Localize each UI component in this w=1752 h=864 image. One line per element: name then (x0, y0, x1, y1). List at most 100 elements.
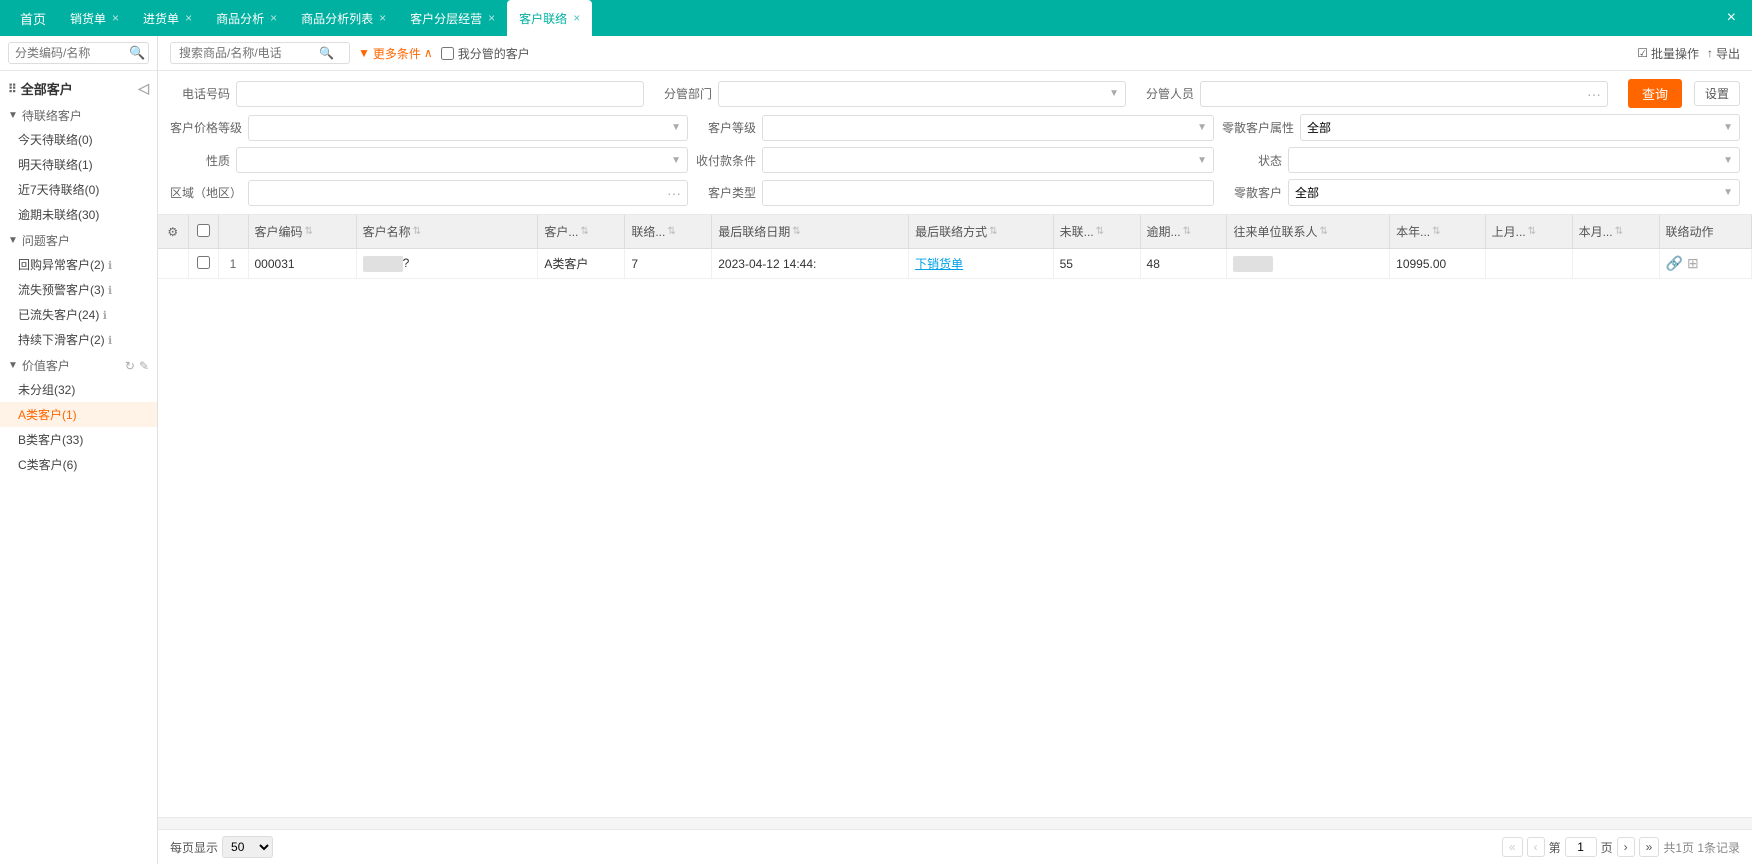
nav-purchase[interactable]: 进货单 × (131, 0, 204, 36)
col-this-month[interactable]: 本月...⇅ (1572, 215, 1659, 249)
first-page-btn[interactable]: « (1502, 837, 1523, 857)
row-code: 000031 (248, 249, 356, 279)
row-last-date: 2023-04-12 14:44: (712, 249, 909, 279)
row-checkbox-cell (188, 249, 218, 279)
close-all-tabs[interactable]: × (1719, 9, 1744, 27)
nav-customer-contact[interactable]: 客户联络 × (507, 0, 592, 36)
row-last-month (1485, 249, 1572, 279)
customer-type-input[interactable] (762, 180, 1214, 206)
next-page-btn[interactable]: › (1617, 837, 1635, 857)
action-link-icon[interactable]: 🔗 (1666, 255, 1683, 272)
search-icon: 🔍 (319, 46, 334, 60)
action-grid-icon[interactable]: ⊞ (1687, 255, 1699, 272)
close-contact-tab[interactable]: × (573, 11, 580, 25)
more-conditions-btn[interactable]: ▼ 更多条件 ∧ (358, 45, 433, 62)
sidebar-item-ungrouped[interactable]: 未分组(32) (0, 377, 157, 402)
col-contact-count[interactable]: 联络...⇅ (625, 215, 712, 249)
sidebar-item-class-c[interactable]: C类客户(6) (0, 452, 157, 477)
arrow-icon: ▼ (8, 110, 18, 121)
col-overdue[interactable]: 逾期...⇅ (1140, 215, 1227, 249)
refresh-icon[interactable]: ↻ (125, 359, 135, 373)
close-purchase-tab[interactable]: × (185, 11, 192, 25)
nav-product-analysis-list[interactable]: 商品分析列表 × (289, 0, 398, 36)
sidebar-item-7days[interactable]: 近7天待联络(0) (0, 177, 157, 202)
field-dept: 分管部门 ▼ (652, 81, 1126, 107)
row-contact-person (1227, 249, 1390, 279)
sidebar-item-declining[interactable]: 持续下滑客户(2) ℹ (0, 327, 157, 352)
col-name[interactable]: 客户名称⇅ (356, 215, 538, 249)
customer-grade-select[interactable]: ▼ (762, 115, 1214, 141)
close-segment-tab[interactable]: × (488, 11, 495, 25)
col-code[interactable]: 客户编码⇅ (248, 215, 356, 249)
page-size-select[interactable]: 50 100 200 (222, 836, 273, 858)
sidebar-item-today[interactable]: 今天待联络(0) (0, 127, 157, 152)
row-checkbox[interactable] (197, 256, 210, 269)
my-customers-check[interactable] (441, 47, 454, 60)
nav-home[interactable]: 首页 (8, 0, 58, 36)
main-layout: 🔍 ⠿ 全部客户 ◁ ▼ 待联络客户 今天待联络(0) 明天待联络(1) 近7天… (0, 36, 1752, 864)
field-retail-attr: 零散客户属性 全部▼ (1222, 114, 1740, 141)
total-records: 共1页 1条记录 (1663, 839, 1740, 856)
select-all-checkbox[interactable] (197, 224, 210, 237)
sidebar-search-icon: 🔍 (129, 45, 145, 61)
sidebar-item-abnormal[interactable]: 回购异常客户(2) ℹ (0, 252, 157, 277)
my-customers-checkbox[interactable]: 我分管的客户 (441, 45, 530, 62)
payment-select[interactable]: ▼ (762, 147, 1214, 173)
nav-sales[interactable]: 销货单 × (58, 0, 131, 36)
table-area: ⚙ 客户编码⇅ 客户名称⇅ 客户...⇅ (158, 215, 1752, 817)
nav-customer-segment[interactable]: 客户分层经营 × (398, 0, 507, 36)
customer-table: ⚙ 客户编码⇅ 客户名称⇅ 客户...⇅ (158, 215, 1752, 279)
export-btn[interactable]: ↑ 导出 (1707, 45, 1740, 62)
retail-customer-select[interactable]: 全部▼ (1288, 179, 1740, 206)
last-page-btn[interactable]: » (1639, 837, 1660, 857)
horizontal-scrollbar[interactable] (158, 817, 1752, 829)
region-input[interactable]: ··· (248, 180, 688, 206)
page-input[interactable] (1565, 837, 1597, 857)
retail-attr-select[interactable]: 全部▼ (1300, 114, 1740, 141)
close-product-list-tab[interactable]: × (379, 11, 386, 25)
batch-icon: ☑ (1637, 46, 1648, 60)
sidebar-item-class-a[interactable]: A类客户(1) (0, 402, 157, 427)
close-product-analysis-tab[interactable]: × (270, 11, 277, 25)
filter-bar: 🔍 ▼ 更多条件 ∧ 我分管的客户 ☑ 批量操作 ↑ 导出 (158, 36, 1752, 71)
table-row: 1 000031 ? A类客户 7 2023-04-12 14:44: 下销货单… (158, 249, 1752, 279)
settings-btn[interactable]: 设置 (1694, 81, 1740, 106)
customer-search-input[interactable] (179, 46, 319, 60)
col-this-year[interactable]: 本年...⇅ (1390, 215, 1486, 249)
col-contact-person[interactable]: 往来单位联系人⇅ (1227, 215, 1390, 249)
prev-page-btn[interactable]: ‹ (1527, 837, 1545, 857)
sort-type-icon: ⇅ (580, 226, 588, 237)
col-uncontacted[interactable]: 未联...⇅ (1053, 215, 1140, 249)
field-customer-type: 客户类型 (696, 180, 1214, 206)
status-select[interactable]: ▼ (1288, 147, 1740, 173)
query-btn[interactable]: 查询 (1628, 79, 1682, 108)
sidebar-collapse-btn[interactable]: ◁ (138, 80, 149, 97)
filter-row-3: 性质 ▼ 收付款条件 ▼ 状态 ▼ (170, 147, 1740, 173)
sort-contact-icon: ⇅ (667, 226, 675, 237)
sidebar-item-churn-warning[interactable]: 流失预警客户(3) ℹ (0, 277, 157, 302)
col-last-date[interactable]: 最后联络日期⇅ (712, 215, 909, 249)
settings-col[interactable]: ⚙ (158, 215, 188, 249)
sidebar-item-tomorrow[interactable]: 明天待联络(1) (0, 152, 157, 177)
sidebar-item-churned[interactable]: 已流失客户(24) ℹ (0, 302, 157, 327)
phone-input[interactable] (236, 81, 644, 107)
col-type[interactable]: 客户...⇅ (538, 215, 625, 249)
grid-icon: ⠿ (8, 82, 17, 96)
all-customers-label[interactable]: 全部客户 (21, 79, 73, 98)
col-last-method[interactable]: 最后联络方式⇅ (909, 215, 1053, 249)
col-last-month[interactable]: 上月...⇅ (1485, 215, 1572, 249)
last-method-link[interactable]: 下销货单 (915, 257, 963, 271)
more-arrow-icon: ∧ (424, 46, 433, 60)
manager-input[interactable]: ··· (1200, 81, 1608, 107)
edit-icon[interactable]: ✎ (139, 359, 149, 373)
nature-select[interactable]: ▼ (236, 147, 688, 173)
close-sales-tab[interactable]: × (112, 11, 119, 25)
price-grade-select[interactable]: ▼ (248, 115, 688, 141)
sidebar-search-input[interactable] (8, 42, 149, 64)
sidebar-item-class-b[interactable]: B类客户(33) (0, 427, 157, 452)
dept-select[interactable]: ▼ (718, 81, 1126, 107)
field-customer-grade: 客户等级 ▼ (696, 115, 1214, 141)
nav-product-analysis[interactable]: 商品分析 × (204, 0, 289, 36)
batch-ops-btn[interactable]: ☑ 批量操作 (1637, 45, 1699, 62)
sidebar-item-overdue[interactable]: 逾期未联络(30) (0, 202, 157, 227)
